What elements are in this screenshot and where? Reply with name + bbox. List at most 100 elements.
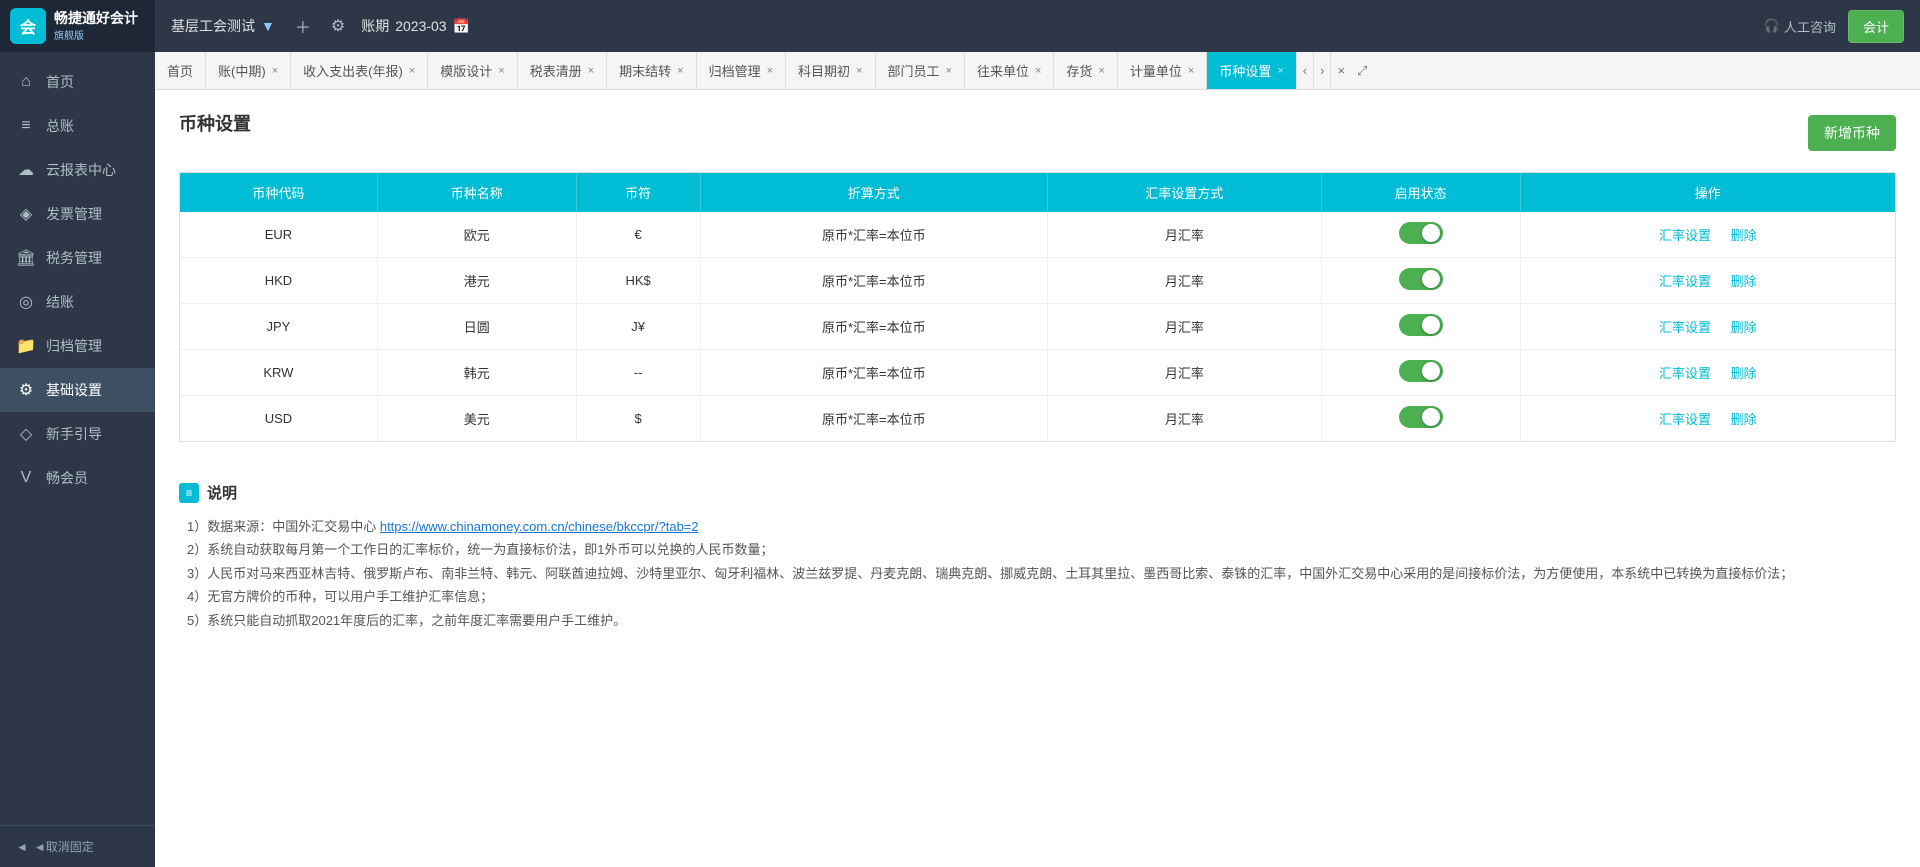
tab-counterparty-close[interactable]: × <box>1035 65 1041 77</box>
logo-icon: 会 <box>10 8 46 44</box>
tabbar-prev[interactable]: ‹ <box>1297 52 1314 89</box>
sidebar-item-general-ledger[interactable]: ≡ 总账 <box>0 104 155 148</box>
topbar-actions: ＋ ⚙ <box>291 10 349 42</box>
sidebar-logo: 会 畅捷通好会计 旗舰版 <box>0 0 155 52</box>
toggle-status-4[interactable] <box>1399 406 1443 428</box>
toggle-status-2[interactable] <box>1399 314 1443 336</box>
tab-filing-close[interactable]: × <box>767 65 773 77</box>
toggle-status-3[interactable] <box>1399 360 1443 382</box>
cell-name-2: 日圆 <box>377 304 576 350</box>
cell-symbol-3: -- <box>576 350 700 396</box>
guide-icon: ◇ <box>16 424 36 444</box>
tab-counterparty[interactable]: 往来单位 × <box>965 52 1054 89</box>
sidebar-item-basic-settings[interactable]: ⚙ 基础设置 <box>0 368 155 412</box>
delete-link-3[interactable]: 删除 <box>1731 366 1757 381</box>
tab-template-close[interactable]: × <box>498 65 504 77</box>
settings-icon: ⚙ <box>16 380 36 400</box>
new-currency-button[interactable]: 新增币种 <box>1808 115 1896 151</box>
tabbar-expand[interactable]: ⤢ <box>1351 52 1373 89</box>
pin-label: ◄取消固定 <box>34 838 94 855</box>
toggle-thumb-0 <box>1422 224 1440 242</box>
cell-method-3: 原币*汇率=本位币 <box>700 350 1048 396</box>
table-row: KRW 韩元 -- 原币*汇率=本位币 月汇率 汇率设置 删除 <box>180 350 1895 396</box>
sidebar: 会 畅捷通好会计 旗舰版 ⌂ 首页 ≡ 总账 ☁ 云报表中心 ◈ 发票管理 🏛 … <box>0 0 155 867</box>
add-tab-button[interactable]: ＋ <box>291 10 315 42</box>
tab-unit-close[interactable]: × <box>1188 65 1194 77</box>
rate-setting-link-4[interactable]: 汇率设置 <box>1659 412 1711 427</box>
delete-link-2[interactable]: 删除 <box>1731 320 1757 335</box>
cell-status-0 <box>1321 212 1520 258</box>
tab-tax-clear[interactable]: 税表清册 × <box>518 52 607 89</box>
tab-subjects-label: 科目期初 <box>798 61 850 80</box>
note-link[interactable]: https://www.chinamoney.com.cn/chinese/bk… <box>380 519 699 534</box>
calendar-icon[interactable]: 📅 <box>453 18 470 35</box>
sidebar-item-invoices[interactable]: ◈ 发票管理 <box>0 192 155 236</box>
cell-code-0: EUR <box>180 212 377 258</box>
company-selector[interactable]: 基层工会测试 ▼ <box>171 16 275 36</box>
cell-symbol-1: HK$ <box>576 258 700 304</box>
tab-dept-staff[interactable]: 部门员工 × <box>876 52 965 89</box>
tab-subjects[interactable]: 科目期初 × <box>786 52 875 89</box>
rate-setting-link-3[interactable]: 汇率设置 <box>1659 366 1711 381</box>
settings-config-button[interactable]: ⚙ <box>327 12 349 40</box>
delete-link-0[interactable]: 删除 <box>1731 228 1757 243</box>
cell-method-0: 原币*汇率=本位币 <box>700 212 1048 258</box>
sidebar-item-newbie-guide[interactable]: ◇ 新手引导 <box>0 412 155 456</box>
toggle-thumb-2 <box>1422 316 1440 334</box>
sidebar-item-member[interactable]: V 畅会员 <box>0 456 155 500</box>
cell-symbol-0: € <box>576 212 700 258</box>
delete-link-4[interactable]: 删除 <box>1731 412 1757 427</box>
tab-home[interactable]: 首页 <box>155 52 206 89</box>
support-button[interactable]: 🎧 人工咨询 <box>1764 17 1836 36</box>
tab-income-label: 收入支出表(年报) <box>303 61 403 80</box>
toggle-status-0[interactable] <box>1399 222 1443 244</box>
company-dropdown-icon: ▼ <box>261 18 275 34</box>
tab-inventory-close[interactable]: × <box>1098 65 1104 77</box>
sidebar-item-reports[interactable]: ☁ 云报表中心 <box>0 148 155 192</box>
toggle-track-4 <box>1399 406 1443 428</box>
tab-interim[interactable]: 账(中期) × <box>206 52 291 89</box>
tab-dept-close[interactable]: × <box>946 65 952 77</box>
rate-setting-link-1[interactable]: 汇率设置 <box>1659 274 1711 289</box>
logo-title: 畅捷通好会计 <box>54 10 138 27</box>
delete-link-1[interactable]: 删除 <box>1731 274 1757 289</box>
sidebar-label-ledger: 总账 <box>46 116 74 136</box>
tab-currency[interactable]: 币种设置 × <box>1207 52 1296 89</box>
tab-currency-close[interactable]: × <box>1277 65 1283 77</box>
tab-inventory[interactable]: 存货 × <box>1054 52 1117 89</box>
cell-action-0: 汇率设置 删除 <box>1520 212 1895 258</box>
tab-period-end[interactable]: 期末结转 × <box>607 52 696 89</box>
tabbar-close-all[interactable]: × <box>1331 52 1351 89</box>
tab-subjects-close[interactable]: × <box>856 65 862 77</box>
sidebar-item-archive[interactable]: 📁 归档管理 <box>0 324 155 368</box>
tab-tax-close[interactable]: × <box>588 65 594 77</box>
sidebar-label-settlement: 结账 <box>46 292 74 312</box>
tab-period-close[interactable]: × <box>677 65 683 77</box>
currency-table: 币种代码 币种名称 币符 折算方式 汇率设置方式 启用状态 操作 EUR 欧元 … <box>180 173 1895 441</box>
rate-setting-link-0[interactable]: 汇率设置 <box>1659 228 1711 243</box>
table-row: HKD 港元 HK$ 原币*汇率=本位币 月汇率 汇率设置 删除 <box>180 258 1895 304</box>
tab-unit[interactable]: 计量单位 × <box>1118 52 1207 89</box>
home-icon: ⌂ <box>16 72 36 92</box>
tax-icon: 🏛 <box>16 248 36 268</box>
rate-setting-link-2[interactable]: 汇率设置 <box>1659 320 1711 335</box>
sidebar-item-tax[interactable]: 🏛 税务管理 <box>0 236 155 280</box>
sidebar-item-home[interactable]: ⌂ 首页 <box>0 60 155 104</box>
tab-income-close[interactable]: × <box>409 65 415 77</box>
cell-rate-type-4: 月汇率 <box>1048 396 1322 442</box>
user-role-button[interactable]: 会计 <box>1848 10 1904 43</box>
tabbar-next[interactable]: › <box>1314 52 1331 89</box>
sidebar-item-settlement[interactable]: ◎ 结账 <box>0 280 155 324</box>
tab-tax-label: 税表清册 <box>530 61 582 80</box>
cell-rate-type-1: 月汇率 <box>1048 258 1322 304</box>
tab-period-label: 期末结转 <box>619 61 671 80</box>
tab-filing[interactable]: 归档管理 × <box>697 52 786 89</box>
toggle-status-1[interactable] <box>1399 268 1443 290</box>
tab-income-report[interactable]: 收入支出表(年报) × <box>291 52 428 89</box>
sidebar-pin-toggle[interactable]: ◄ ◄取消固定 <box>0 825 155 867</box>
table-row: EUR 欧元 € 原币*汇率=本位币 月汇率 汇率设置 删除 <box>180 212 1895 258</box>
tab-template[interactable]: 模版设计 × <box>428 52 517 89</box>
tab-inventory-label: 存货 <box>1066 61 1092 80</box>
tab-interim-close[interactable]: × <box>272 65 278 77</box>
sidebar-nav: ⌂ 首页 ≡ 总账 ☁ 云报表中心 ◈ 发票管理 🏛 税务管理 ◎ 结账 📁 归… <box>0 52 155 825</box>
